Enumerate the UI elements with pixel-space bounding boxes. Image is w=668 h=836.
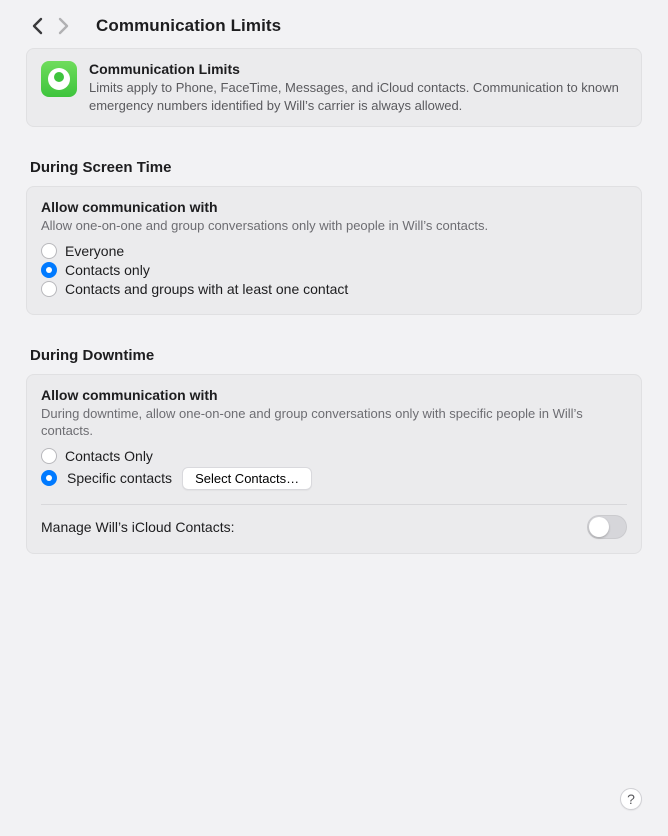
radio-label: Specific contacts [67, 470, 172, 486]
downtime-group-desc: During downtime, allow one-on-one and gr… [41, 405, 627, 440]
help-icon: ? [627, 791, 635, 807]
intro-heading: Communication Limits [89, 61, 627, 77]
chevron-right-icon [58, 17, 69, 35]
toggle-knob-icon [589, 517, 609, 537]
radio-icon [41, 243, 57, 259]
page-title: Communication Limits [96, 16, 281, 36]
divider [41, 504, 627, 505]
manage-icloud-toggle[interactable] [587, 515, 627, 539]
section-heading-screen-time: During Screen Time [30, 159, 642, 176]
radio-label: Everyone [65, 243, 124, 259]
radio-icon [41, 262, 57, 278]
forward-button [54, 14, 72, 38]
intro-body: Limits apply to Phone, FaceTime, Message… [89, 79, 627, 114]
radio-downtime-contacts-only[interactable]: Contacts Only [41, 448, 627, 464]
downtime-card: Allow communication with During downtime… [26, 374, 642, 554]
downtime-group-title: Allow communication with [41, 387, 627, 403]
radio-downtime-specific-contacts[interactable]: Specific contacts Select Contacts… [41, 467, 627, 490]
radio-icon [41, 470, 57, 486]
radio-label: Contacts only [65, 262, 150, 278]
communication-limits-icon [41, 61, 77, 97]
chevron-left-icon [32, 17, 43, 35]
radio-contacts-only[interactable]: Contacts only [41, 262, 627, 278]
screen-time-group-title: Allow communication with [41, 199, 627, 215]
select-contacts-button[interactable]: Select Contacts… [182, 467, 312, 490]
screen-time-card: Allow communication with Allow one-on-on… [26, 186, 642, 315]
nav-bar: Communication Limits [0, 0, 668, 48]
radio-label: Contacts and groups with at least one co… [65, 281, 348, 297]
radio-icon [41, 448, 57, 464]
intro-text: Communication Limits Limits apply to Pho… [89, 61, 627, 114]
radio-everyone[interactable]: Everyone [41, 243, 627, 259]
screen-time-group-desc: Allow one-on-one and group conversations… [41, 217, 627, 235]
manage-icloud-label: Manage Will’s iCloud Contacts: [41, 519, 235, 535]
intro-card: Communication Limits Limits apply to Pho… [26, 48, 642, 127]
manage-icloud-row: Manage Will’s iCloud Contacts: [41, 515, 627, 539]
back-button[interactable] [28, 14, 46, 38]
radio-icon [41, 281, 57, 297]
radio-label: Contacts Only [65, 448, 153, 464]
section-heading-downtime: During Downtime [30, 347, 642, 364]
content-area: Communication Limits Limits apply to Pho… [0, 48, 668, 574]
help-button[interactable]: ? [620, 788, 642, 810]
radio-contacts-groups[interactable]: Contacts and groups with at least one co… [41, 281, 627, 297]
